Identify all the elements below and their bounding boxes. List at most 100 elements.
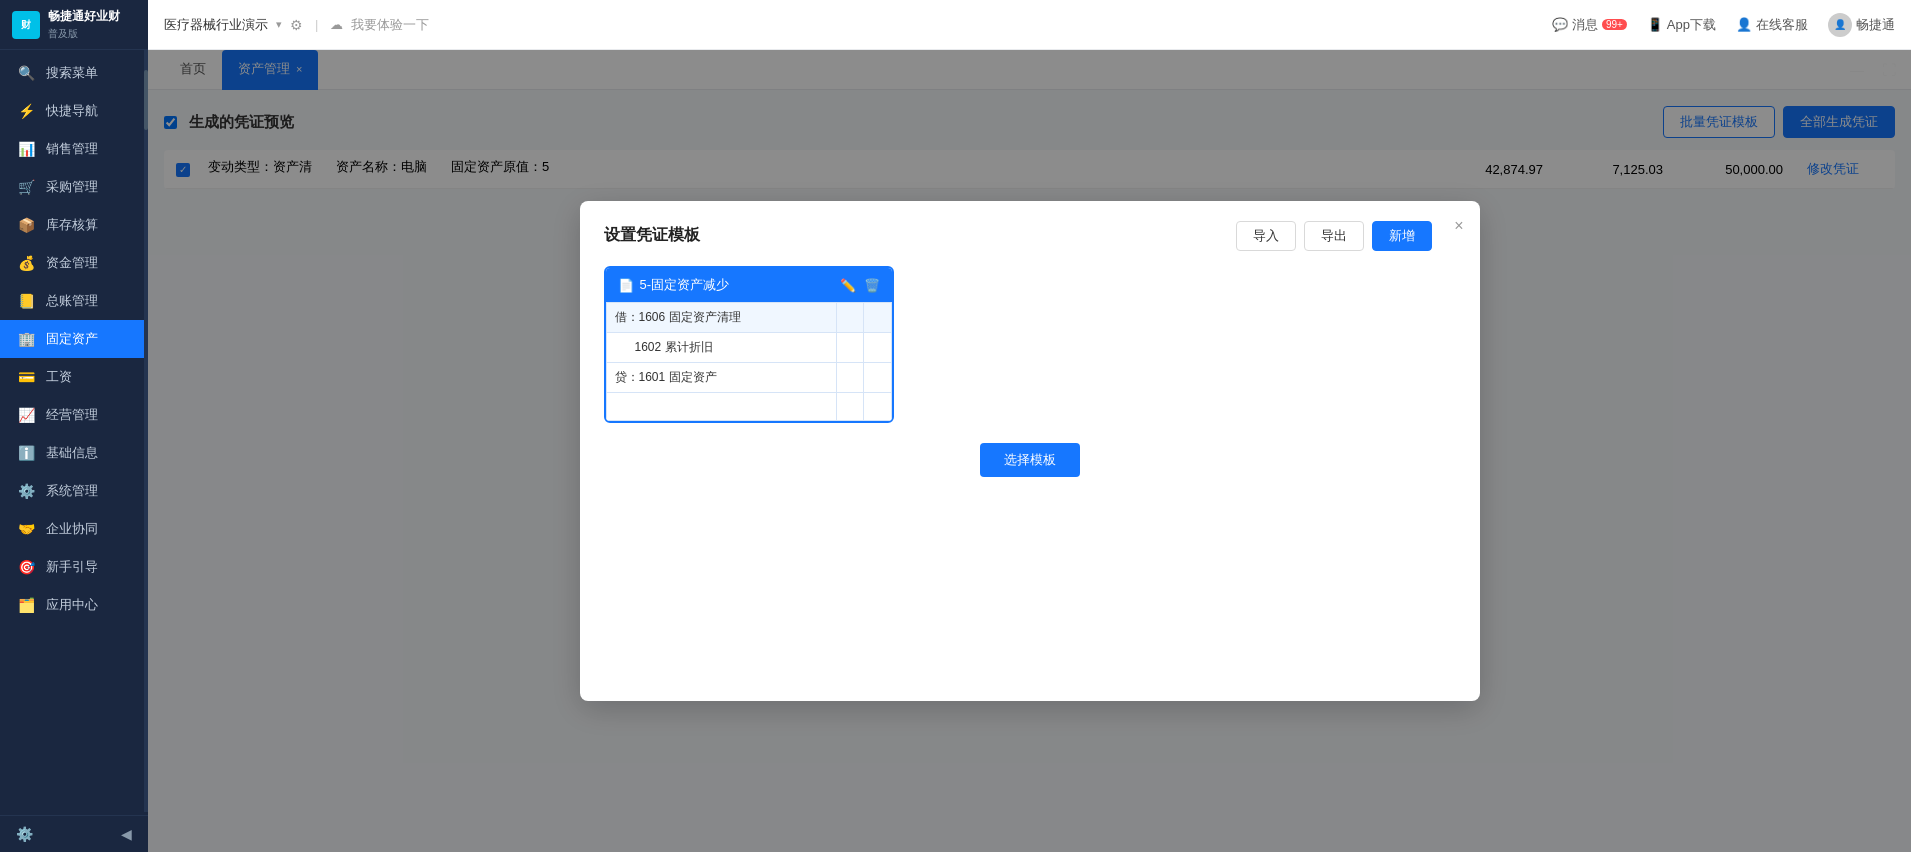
template-card-actions: ✏️ 🗑️	[840, 278, 880, 293]
template-table: 借：1606 固定资产清理 1602 累计折旧 贷：1601 固定资产	[606, 302, 892, 421]
sidebar-item-guide[interactable]: 🎯 新手引导	[0, 548, 148, 586]
maximize-button[interactable]: ⛶	[1875, 56, 1903, 84]
sidebar-item-capital[interactable]: 💰 资金管理	[0, 244, 148, 282]
voucher-template-dialog: 设置凭证模板 导入 导出 新增 × 📄 5-固定资产减少 ✏️ 🗑️	[580, 201, 1480, 701]
app-logo-text: 畅捷通好业财 普及版	[48, 8, 120, 41]
sidebar-item-basicinfo[interactable]: ℹ️ 基础信息	[0, 434, 148, 472]
sidebar-label-appcenter: 应用中心	[46, 596, 98, 614]
import-button[interactable]: 导入	[1236, 221, 1296, 251]
sidebar-label-wages: 工资	[46, 368, 72, 386]
sidebar-bottom: ⚙️ ◀	[0, 815, 148, 852]
template-card-title: 📄 5-固定资产减少	[618, 276, 730, 294]
app-logo-icon: 财	[12, 11, 40, 39]
username: 畅捷通	[1856, 16, 1895, 34]
sidebar-item-sales[interactable]: 📊 销售管理	[0, 130, 148, 168]
sidebar-label-operations: 经营管理	[46, 406, 98, 424]
sidebar-item-fixedasset[interactable]: 🏢 固定资产	[0, 320, 148, 358]
app-download-label: App下载	[1667, 16, 1716, 34]
sidebar-icon-purchase: 🛒	[16, 179, 36, 195]
online-service-action[interactable]: 👤 在线客服	[1736, 16, 1808, 34]
messages-action[interactable]: 💬 消息 99+	[1552, 16, 1627, 34]
empty-cell-2	[836, 393, 863, 421]
sidebar-item-wages[interactable]: 💳 工资	[0, 358, 148, 396]
sidebar-item-inventory[interactable]: 📦 库存核算	[0, 206, 148, 244]
entry-type-2: 1602 累计折旧	[606, 333, 836, 363]
template-row-3: 贷：1601 固定资产	[606, 363, 891, 393]
debit-2	[836, 333, 863, 363]
sidebar-icon-sysmanage: ⚙️	[16, 483, 36, 499]
sidebar-item-ledger[interactable]: 📒 总账管理	[0, 282, 148, 320]
sidebar-icon-enterprise: 🤝	[16, 521, 36, 537]
sidebar-label-enterprise: 企业协同	[46, 520, 98, 538]
topbar-right: 💬 消息 99+ 📱 App下载 👤 在线客服 👤 畅捷通	[1552, 13, 1895, 37]
minimize-button[interactable]: —	[1843, 56, 1871, 84]
sidebar-icon-ledger: 📒	[16, 293, 36, 309]
credit-3	[864, 363, 891, 393]
sidebar-label-fixedasset: 固定资产	[46, 330, 98, 348]
topbar-divider: |	[315, 17, 318, 32]
template-card: 📄 5-固定资产减少 ✏️ 🗑️ 借：1606 固定资产清理 1602	[604, 266, 894, 423]
sidebar-label-purchase: 采购管理	[46, 178, 98, 196]
sidebar-label-guide: 新手引导	[46, 558, 98, 576]
sidebar-icon-sales: 📊	[16, 141, 36, 157]
topbar-left: 医疗器械行业演示 ▾ ⚙ | ☁ 我要体验一下	[164, 16, 429, 34]
sidebar-item-appcenter[interactable]: 🗂️ 应用中心	[0, 586, 148, 624]
avatar: 👤	[1828, 13, 1852, 37]
template-card-header: 📄 5-固定资产减少 ✏️ 🗑️	[606, 268, 892, 302]
export-button[interactable]: 导出	[1304, 221, 1364, 251]
template-row-2: 1602 累计折旧	[606, 333, 891, 363]
credit-2	[864, 333, 891, 363]
sidebar-icon-basicinfo: ℹ️	[16, 445, 36, 461]
debit-1	[836, 303, 863, 333]
window-controls: — ⛶	[1835, 50, 1911, 90]
sidebar-item-quicknav[interactable]: ⚡ 快捷导航	[0, 92, 148, 130]
sidebar-label-capital: 资金管理	[46, 254, 98, 272]
sidebar-icon-quicknav: ⚡	[16, 103, 36, 119]
sidebar-menu: 🔍 搜索菜单 ⚡ 快捷导航 📊 销售管理 🛒 采购管理 📦 库存核算 💰 资金管…	[0, 50, 148, 815]
topbar-settings-icon[interactable]: ⚙	[290, 17, 303, 33]
template-edit-icon[interactable]: ✏️	[840, 278, 856, 293]
entry-type-1: 借：1606 固定资产清理	[606, 303, 836, 333]
new-button[interactable]: 新增	[1372, 221, 1432, 251]
app-download-icon: 📱	[1647, 17, 1663, 32]
template-name: 5-固定资产减少	[640, 276, 730, 294]
sidebar-item-search[interactable]: 🔍 搜索菜单	[0, 54, 148, 92]
sidebar-label-inventory: 库存核算	[46, 216, 98, 234]
sidebar-icon-operations: 📈	[16, 407, 36, 423]
experience-icon: ☁	[330, 17, 343, 32]
collapse-icon[interactable]: ◀	[121, 826, 132, 842]
credit-1	[864, 303, 891, 333]
dialog-close-button[interactable]: ×	[1454, 217, 1463, 235]
sidebar-icon-guide: 🎯	[16, 559, 36, 575]
sidebar-item-operations[interactable]: 📈 经营管理	[0, 396, 148, 434]
user-info[interactable]: 👤 畅捷通	[1828, 13, 1895, 37]
sidebar-icon-wages: 💳	[16, 369, 36, 385]
dialog-overlay: 设置凭证模板 导入 导出 新增 × 📄 5-固定资产减少 ✏️ 🗑️	[148, 50, 1911, 852]
sidebar-icon-capital: 💰	[16, 255, 36, 271]
sidebar-label-basicinfo: 基础信息	[46, 444, 98, 462]
template-row-empty	[606, 393, 891, 421]
sidebar-item-sysmanage[interactable]: ⚙️ 系统管理	[0, 472, 148, 510]
experience-text[interactable]: 我要体验一下	[351, 16, 429, 34]
online-service-label: 在线客服	[1756, 16, 1808, 34]
empty-cell-3	[864, 393, 891, 421]
sidebar-icon-fixedasset: 🏢	[16, 331, 36, 347]
sidebar-icon-search: 🔍	[16, 65, 36, 81]
app-download-action[interactable]: 📱 App下载	[1647, 16, 1716, 34]
company-dropdown-icon[interactable]: ▾	[276, 18, 282, 31]
template-delete-icon[interactable]: 🗑️	[864, 278, 880, 293]
company-name: 医疗器械行业演示	[164, 16, 268, 34]
sidebar-item-purchase[interactable]: 🛒 采购管理	[0, 168, 148, 206]
debit-3	[836, 363, 863, 393]
entry-type-3: 贷：1601 固定资产	[606, 363, 836, 393]
sidebar: 财 畅捷通好业财 普及版 🔍 搜索菜单 ⚡ 快捷导航 📊 销售管理 🛒 采购管理…	[0, 0, 148, 852]
sidebar-label-search: 搜索菜单	[46, 64, 98, 82]
template-doc-icon: 📄	[618, 278, 634, 293]
sidebar-label-ledger: 总账管理	[46, 292, 98, 310]
settings-icon[interactable]: ⚙️	[16, 826, 33, 842]
template-row-1: 借：1606 固定资产清理	[606, 303, 891, 333]
select-template-button[interactable]: 选择模板	[980, 443, 1080, 477]
select-template-container: 选择模板	[604, 439, 1456, 477]
sidebar-item-enterprise[interactable]: 🤝 企业协同	[0, 510, 148, 548]
messages-icon: 💬	[1552, 17, 1568, 32]
